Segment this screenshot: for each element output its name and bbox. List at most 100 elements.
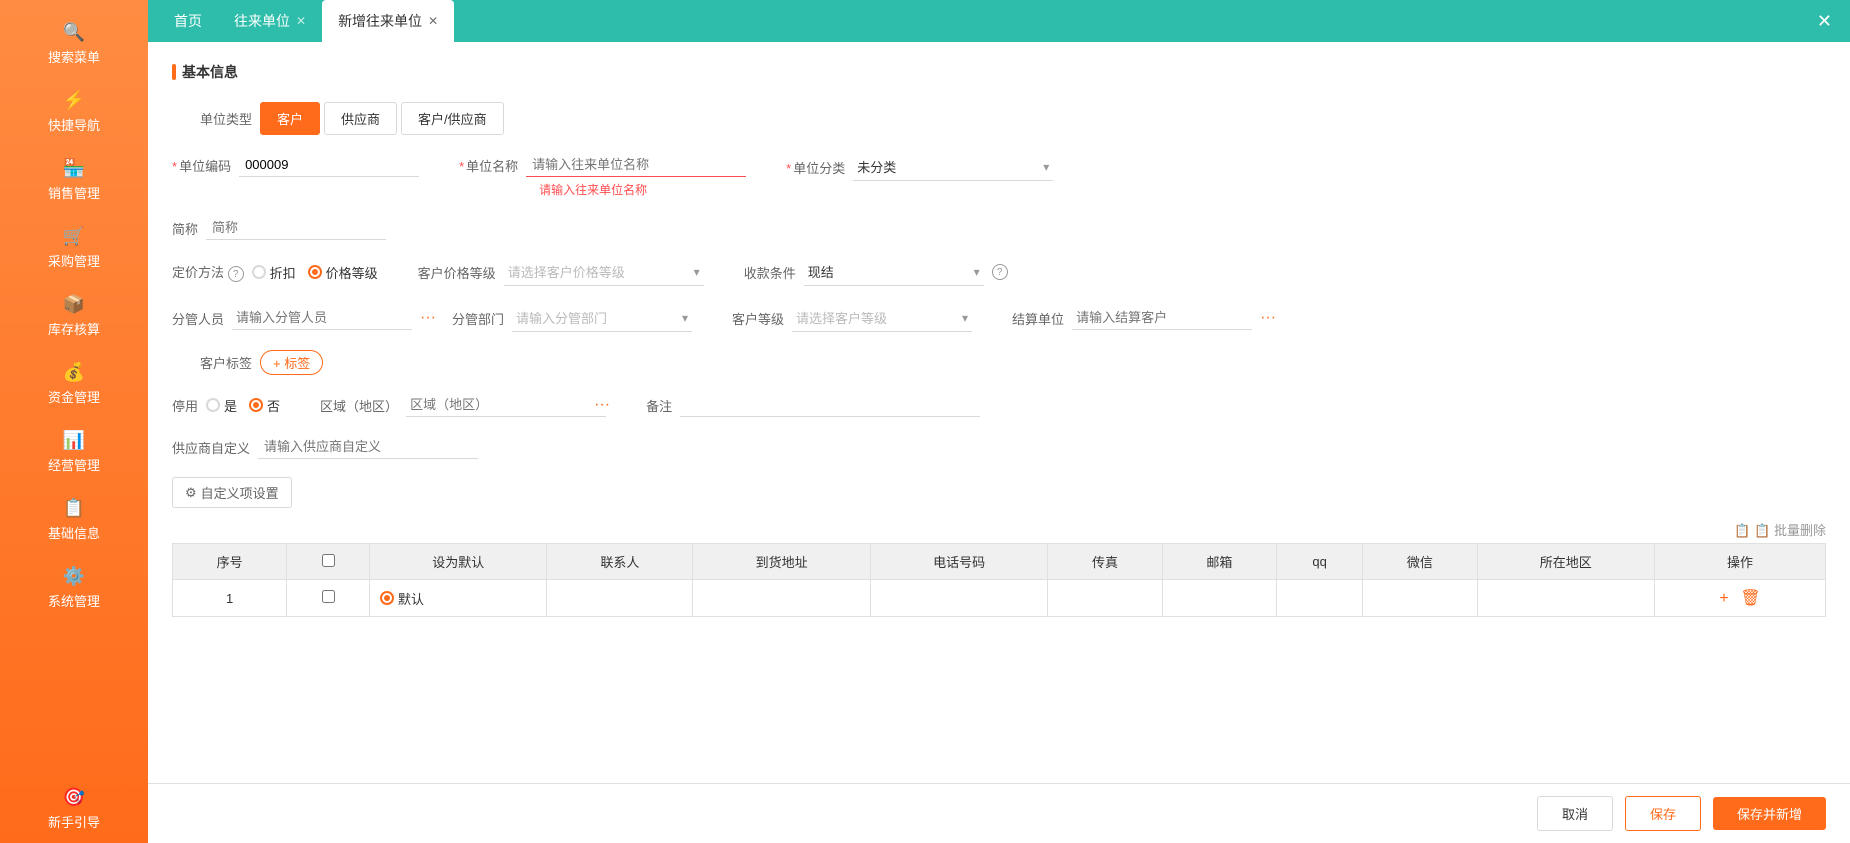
sidebar-item-system[interactable]: ⚙️ 系统管理 xyxy=(0,554,148,622)
payment-terms-label: 收款条件 xyxy=(744,263,796,282)
pricing-method-item: 定价方法 ? 折扣 价格等级 xyxy=(172,262,378,283)
region-dots-btn[interactable]: ··· xyxy=(590,396,614,414)
disabled-no-dot xyxy=(253,402,259,408)
pricing-price-level-dot xyxy=(312,269,318,275)
remark-input[interactable] xyxy=(680,393,980,417)
payment-terms-dropdown[interactable]: 现结 ▾ xyxy=(804,258,984,286)
unit-name-input[interactable] xyxy=(526,153,746,177)
customer-level-arrow-icon: ▾ xyxy=(962,311,968,325)
sidebar-item-inventory[interactable]: 📦 库存核算 xyxy=(0,282,148,350)
short-name-row: 简称 xyxy=(172,216,1826,240)
disabled-radio-group: 是 否 xyxy=(206,396,280,415)
col-wechat: 微信 xyxy=(1363,544,1477,580)
row-delete-btn[interactable]: 🗑 xyxy=(1736,590,1764,607)
disabled-yes-label: 是 xyxy=(224,396,237,415)
disabled-yes-option[interactable]: 是 xyxy=(206,396,237,415)
tab-home[interactable]: 首页 xyxy=(158,0,218,42)
manager-dots-btn[interactable]: ··· xyxy=(416,309,440,327)
row-default-circle xyxy=(380,591,394,605)
short-name-label: 简称 xyxy=(172,219,198,238)
cell-default: 默认 xyxy=(369,580,547,617)
batch-delete-btn[interactable]: 📋 📋 批量删除 xyxy=(172,520,1826,539)
payment-terms-help-icon[interactable]: ? xyxy=(992,264,1008,280)
pricing-price-level-option[interactable]: 价格等级 xyxy=(308,263,378,282)
unit-btn-supplier[interactable]: 供应商 xyxy=(324,102,397,135)
sidebar-item-quicknav[interactable]: ⚡ 快捷导航 xyxy=(0,78,148,146)
row-add-btn[interactable]: + xyxy=(1715,590,1732,607)
sidebar-item-label: 搜索菜单 xyxy=(48,47,100,66)
disabled-item: 停用 是 否 xyxy=(172,396,280,415)
sidebar-item-basic-info[interactable]: 📋 基础信息 xyxy=(0,486,148,554)
col-contact: 联系人 xyxy=(547,544,693,580)
disabled-row: 停用 是 否 区域（地区） xyxy=(172,393,1826,417)
unit-name-item: *单位名称 请输入往来单位名称 xyxy=(459,153,746,198)
region-input[interactable] xyxy=(406,393,590,416)
custom-settings-button[interactable]: ⚙ 自定义项设置 xyxy=(172,477,292,508)
short-name-input[interactable] xyxy=(206,216,386,240)
row-default-radio[interactable]: 默认 xyxy=(380,589,537,608)
sidebar-item-operations[interactable]: 📊 经营管理 xyxy=(0,418,148,486)
unit-btn-both[interactable]: 客户/供应商 xyxy=(401,102,504,135)
sidebar-item-search[interactable]: 🔍 搜索菜单 xyxy=(0,10,148,78)
tab-partners[interactable]: 往来单位 ✕ xyxy=(218,0,322,42)
tab-new-partner[interactable]: 新增往来单位 ✕ xyxy=(322,0,454,42)
cell-check xyxy=(287,580,370,617)
disabled-no-option[interactable]: 否 xyxy=(249,396,280,415)
select-all-checkbox[interactable] xyxy=(322,554,335,567)
cell-wechat xyxy=(1363,580,1477,617)
settlement-unit-label: 结算单位 xyxy=(1012,309,1064,328)
sidebar-item-finance[interactable]: 💰 资金管理 xyxy=(0,350,148,418)
customer-price-level-label: 客户价格等级 xyxy=(418,263,496,282)
tab-bar: 首页 往来单位 ✕ 新增往来单位 ✕ ✕ xyxy=(148,0,1850,42)
col-seq: 序号 xyxy=(173,544,287,580)
col-default: 设为默认 xyxy=(369,544,547,580)
disabled-yes-circle xyxy=(206,398,220,412)
cancel-button[interactable]: 取消 xyxy=(1537,796,1613,831)
save-button[interactable]: 保存 xyxy=(1625,796,1701,831)
tag-add-label: + 标签 xyxy=(273,353,310,372)
sidebar-item-guide[interactable]: 🎯 新手引导 xyxy=(0,775,148,843)
unit-code-item: *单位编码 xyxy=(172,153,419,177)
customer-price-level-dropdown[interactable]: 请选择客户价格等级 ▾ xyxy=(504,258,704,286)
batch-delete-icon: 📋 xyxy=(1734,523,1750,538)
cell-qq xyxy=(1277,580,1363,617)
col-fax: 传真 xyxy=(1048,544,1162,580)
row-default-dot xyxy=(384,595,390,601)
manager-row: 分管人员 ··· 分管部门 请输入分管部门 ▾ 客户等级 请选择客户等级 ▾ xyxy=(172,304,1826,332)
system-icon: ⚙️ xyxy=(63,566,85,587)
settlement-unit-dots-btn[interactable]: ··· xyxy=(1256,309,1280,327)
sidebar-item-sales[interactable]: 🏪 销售管理 xyxy=(0,146,148,214)
pricing-help-icon[interactable]: ? xyxy=(228,266,244,282)
tab-partners-close[interactable]: ✕ xyxy=(296,14,306,28)
tab-bar-close-all[interactable]: ✕ xyxy=(1809,11,1840,32)
custom-settings-icon: ⚙ xyxy=(185,485,197,501)
col-address: 到货地址 xyxy=(693,544,871,580)
customer-level-dropdown[interactable]: 请选择客户等级 ▾ xyxy=(792,304,972,332)
manager-input[interactable] xyxy=(232,306,416,329)
pricing-radio-group: 折扣 价格等级 xyxy=(252,263,378,282)
unit-code-input[interactable] xyxy=(239,153,419,177)
supplier-custom-item: 供应商自定义 xyxy=(172,435,478,459)
department-dropdown[interactable]: 请输入分管部门 ▾ xyxy=(512,304,692,332)
section-title-text: 基本信息 xyxy=(182,62,238,82)
unit-btn-customer[interactable]: 客户 xyxy=(260,102,320,135)
settlement-unit-input-wrap: ··· xyxy=(1072,306,1252,330)
unit-category-dropdown[interactable]: 未分类 ▾ xyxy=(853,153,1053,181)
tab-partners-label: 往来单位 xyxy=(234,11,290,31)
unit-name-error: 请输入往来单位名称 xyxy=(539,181,647,198)
supplier-custom-label: 供应商自定义 xyxy=(172,438,250,457)
pricing-discount-option[interactable]: 折扣 xyxy=(252,263,296,282)
disabled-no-circle xyxy=(249,398,263,412)
customer-price-level-placeholder: 请选择客户价格等级 xyxy=(508,262,694,281)
row-checkbox[interactable] xyxy=(322,590,335,603)
tag-add-button[interactable]: + 标签 xyxy=(260,350,323,375)
section-bar-icon xyxy=(172,64,176,80)
save-new-button[interactable]: 保存并新增 xyxy=(1713,797,1826,830)
supplier-custom-input[interactable] xyxy=(258,435,478,459)
customer-price-level-arrow-icon: ▾ xyxy=(694,265,700,279)
sidebar-item-purchase[interactable]: 🛒 采购管理 xyxy=(0,214,148,282)
disabled-no-label: 否 xyxy=(267,396,280,415)
unit-category-value: 未分类 xyxy=(857,157,1043,176)
settlement-unit-input[interactable] xyxy=(1072,306,1256,329)
tab-new-partner-close[interactable]: ✕ xyxy=(428,14,438,28)
